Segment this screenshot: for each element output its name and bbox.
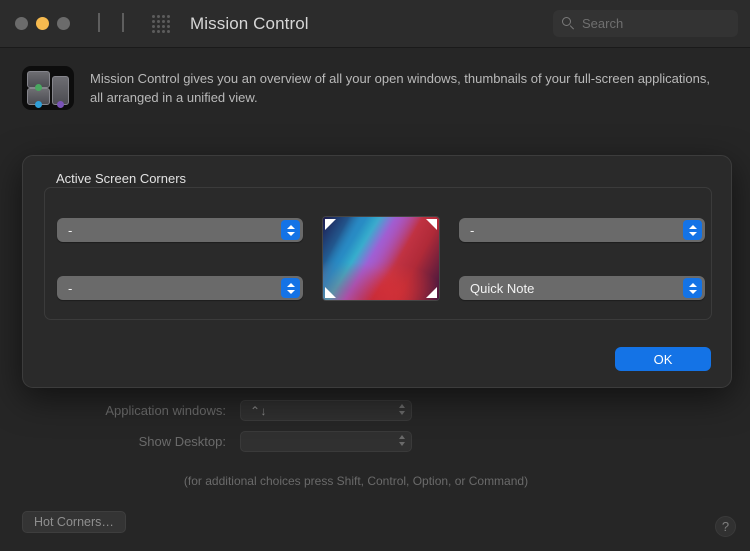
navigation-buttons [98, 15, 124, 33]
corner-popup-top-right[interactable]: - [459, 218, 705, 242]
corner-popup-top-left[interactable]: - [57, 218, 303, 242]
corner-popup-bottom-right[interactable]: Quick Note [459, 276, 705, 300]
show-desktop-popup[interactable] [240, 431, 412, 452]
zoom-button[interactable] [57, 17, 70, 30]
form-row: Application windows: ⌃↓ [0, 396, 750, 425]
corner-value-top-left: - [57, 223, 72, 238]
corner-marker-bottom-right [426, 287, 437, 298]
traffic-light-group [15, 17, 70, 30]
chevron-updown-icon[interactable] [683, 220, 702, 240]
modifier-keys-hint: (for additional choices press Shift, Con… [0, 474, 750, 488]
corner-popup-bottom-left[interactable]: - [57, 276, 303, 300]
desktop-wallpaper-preview [323, 217, 439, 300]
chevron-updown-icon [399, 404, 405, 415]
back-button[interactable] [98, 15, 100, 33]
active-screen-corners-label: Active Screen Corners [56, 171, 186, 186]
description-row: Mission Control gives you an overview of… [0, 48, 750, 110]
page-title: Mission Control [190, 14, 309, 34]
corner-value-bottom-right: Quick Note [459, 281, 534, 296]
ok-button[interactable]: OK [615, 347, 711, 371]
chevron-updown-icon[interactable] [281, 220, 300, 240]
description-text: Mission Control gives you an overview of… [90, 66, 710, 110]
show-all-grid-icon[interactable] [152, 15, 170, 33]
chevron-updown-icon[interactable] [683, 278, 702, 298]
form-row: Show Desktop: [0, 427, 750, 456]
corner-value-bottom-left: - [57, 281, 72, 296]
minimize-button[interactable] [36, 17, 49, 30]
help-button[interactable]: ? [715, 516, 736, 537]
close-button[interactable] [15, 17, 28, 30]
corner-marker-bottom-left [325, 287, 336, 298]
search-input[interactable]: Search [582, 16, 623, 31]
search-field[interactable]: Search [553, 10, 738, 37]
shortcuts-form: Application windows: ⌃↓ Show Desktop: (f… [0, 396, 750, 488]
show-desktop-label: Show Desktop: [0, 434, 240, 449]
chevron-updown-icon [399, 435, 405, 446]
hot-corners-button[interactable]: Hot Corners… [22, 511, 126, 533]
mission-control-icon [22, 66, 74, 110]
application-windows-label: Application windows: [0, 403, 240, 418]
corner-marker-top-left [325, 219, 336, 230]
chevron-updown-icon[interactable] [281, 278, 300, 298]
titlebar: Mission Control Search [0, 0, 750, 48]
search-icon [562, 17, 575, 30]
corner-value-top-right: - [459, 223, 474, 238]
application-windows-popup[interactable]: ⌃↓ [240, 400, 412, 421]
corner-marker-top-right [426, 219, 437, 230]
system-preferences-window: Mission Control Search Mission Control g… [0, 0, 750, 551]
forward-button[interactable] [122, 15, 124, 33]
hot-corners-dialog: Active Screen Corners - - - Quick Note O… [22, 155, 732, 388]
application-windows-value: ⌃↓ [241, 404, 267, 418]
